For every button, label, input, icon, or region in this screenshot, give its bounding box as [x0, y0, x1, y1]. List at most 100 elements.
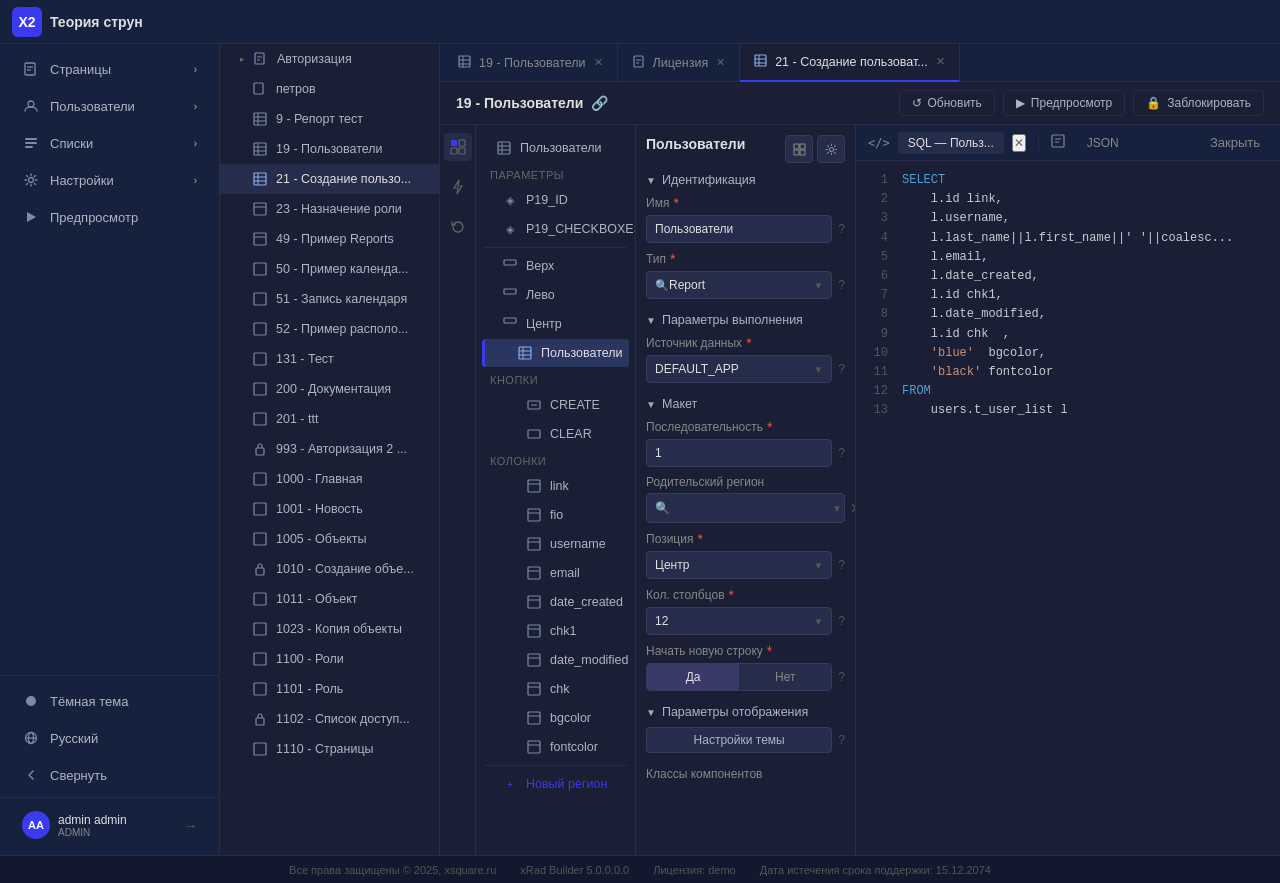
sidebar-item-lists[interactable]: Списки ›	[6, 125, 213, 161]
info-icon[interactable]: ?	[838, 733, 845, 747]
comp-col-link[interactable]: link	[482, 472, 629, 500]
close-sql-button[interactable]: Закрыть	[1202, 131, 1268, 154]
sidebar-item-preview[interactable]: Предпросмотр	[6, 199, 213, 235]
sidebar-item-users[interactable]: Пользователи ›	[6, 88, 213, 124]
tab-close[interactable]: ✕	[594, 56, 603, 69]
comp-centr[interactable]: Центр	[482, 310, 629, 338]
sidebar-item-settings[interactable]: Настройки ›	[6, 162, 213, 198]
comp-col-fio[interactable]: fio	[482, 501, 629, 529]
settings-btn[interactable]	[817, 135, 845, 163]
comp-p19-id[interactable]: ◈ P19_ID	[482, 186, 629, 214]
tree-item-naznachenie[interactable]: 23 - Назначение роли	[220, 194, 439, 224]
sidebar-item-pages[interactable]: Страницы ›	[6, 51, 213, 87]
columns-select[interactable]: 12 ▼	[646, 607, 832, 635]
tab-close[interactable]: ✕	[936, 55, 945, 68]
datasource-select[interactable]: DEFAULT_APP ▼	[646, 355, 832, 383]
tree-item-1010[interactable]: 1010 - Создание объе...	[220, 554, 439, 584]
comp-new-region[interactable]: + Новый регион	[482, 770, 629, 798]
tree-item-1000[interactable]: 1000 - Главная	[220, 464, 439, 494]
logout-icon[interactable]: →	[184, 818, 197, 833]
tree-item-primer-reports[interactable]: 49 - Пример Reports	[220, 224, 439, 254]
parent-region-input[interactable]	[676, 501, 826, 515]
info-icon[interactable]: ?	[838, 558, 845, 572]
info-icon[interactable]: ?	[838, 278, 845, 292]
name-input[interactable]	[646, 215, 832, 243]
tab-sozdanie[interactable]: 21 - Создание пользоват... ✕	[740, 44, 960, 82]
lightning-icon-btn[interactable]	[444, 173, 472, 201]
comp-clear[interactable]: CLEAR	[482, 420, 629, 448]
identification-header[interactable]: ▼ Идентификация	[646, 173, 845, 187]
tree-item-201[interactable]: 201 - ttt	[220, 404, 439, 434]
sql-close-tab-btn[interactable]: ✕	[1012, 134, 1026, 152]
tree-item-52[interactable]: 52 - Пример располо...	[220, 314, 439, 344]
tree-item-1101[interactable]: 1101 - Роль	[220, 674, 439, 704]
sidebar-item-theme[interactable]: Тёмная тема	[6, 683, 213, 719]
tree-item-1011[interactable]: 1011 - Объект	[220, 584, 439, 614]
comp-col-fontcolor[interactable]: fontcolor	[482, 733, 629, 761]
tree-item-131[interactable]: 131 - Тест	[220, 344, 439, 374]
tree-item-1102[interactable]: 1102 - Список доступ...	[220, 704, 439, 734]
info-icon[interactable]: ?	[838, 362, 845, 376]
json-tab-button[interactable]: JSON	[1077, 132, 1129, 154]
info-icon[interactable]: ?	[838, 222, 845, 236]
yes-button[interactable]: Да	[647, 664, 739, 690]
display-header[interactable]: ▼ Параметры отображения	[646, 705, 845, 719]
refresh-icon-btn[interactable]	[444, 213, 472, 241]
sidebar-item-lang[interactable]: Русский	[6, 720, 213, 756]
tree-item-200[interactable]: 200 - Документация	[220, 374, 439, 404]
tab-polzovateli[interactable]: 19 - Пользователи ✕	[444, 44, 618, 82]
block-button[interactable]: 🔒 Заблокировать	[1133, 90, 1264, 116]
parent-region-dropdown[interactable]: ▼	[832, 503, 842, 514]
no-button[interactable]: Нет	[739, 664, 831, 690]
grid-view-btn[interactable]	[785, 135, 813, 163]
preview-button[interactable]: ▶ Предпросмотр	[1003, 90, 1125, 116]
tree-item-1110[interactable]: 1110 - Страницы	[220, 734, 439, 764]
tree-item-report-test[interactable]: 9 - Репорт тест	[220, 104, 439, 134]
comp-col-chk[interactable]: chk	[482, 675, 629, 703]
parent-region-clear[interactable]: ✕	[848, 498, 856, 518]
theme-settings-button[interactable]: Настройки темы	[646, 727, 832, 753]
comp-col-email[interactable]: email	[482, 559, 629, 587]
info-icon[interactable]: ?	[838, 670, 845, 684]
execution-header[interactable]: ▼ Параметры выполнения	[646, 313, 845, 327]
layout-header[interactable]: ▼ Макет	[646, 397, 845, 411]
comp-p19-checkboxes[interactable]: ◈ P19_CHECKBOXES	[482, 215, 629, 243]
sequence-input[interactable]	[646, 439, 832, 467]
components-icon-btn[interactable]	[444, 133, 472, 161]
tree-item-sozdanie[interactable]: 21 - Создание пользо...	[220, 164, 439, 194]
tree-item-993[interactable]: 993 - Авторизация 2 ...	[220, 434, 439, 464]
tab-licenziya[interactable]: Лицензия ✕	[618, 44, 741, 82]
comp-levo[interactable]: Лево	[482, 281, 629, 309]
comp-col-username[interactable]: username	[482, 530, 629, 558]
comp-col-chk1[interactable]: chk1	[482, 617, 629, 645]
comp-col-bgcolor[interactable]: bgcolor	[482, 704, 629, 732]
tree-item-1005[interactable]: 1005 - Объекты	[220, 524, 439, 554]
component-classes-header[interactable]: Классы компонентов	[646, 767, 845, 781]
comp-verkh[interactable]: Верх	[482, 252, 629, 280]
tree-item-1023[interactable]: 1023 - Копия объекты	[220, 614, 439, 644]
type-select[interactable]: 🔍 Report ▼	[646, 271, 832, 299]
tree-item-polzovateli[interactable]: 19 - Пользователи	[220, 134, 439, 164]
tree-item-50[interactable]: 50 - Пример календа...	[220, 254, 439, 284]
tree-item-petrov[interactable]: петров	[220, 74, 439, 104]
tree-item-avtorizaciya[interactable]: ▸ Авторизация	[220, 44, 439, 74]
info-icon[interactable]: ?	[838, 614, 845, 628]
comp-create[interactable]: CREATE	[482, 391, 629, 419]
sidebar-item-collapse[interactable]: Свернуть	[6, 757, 213, 793]
comp-col-date-modified[interactable]: date_modified	[482, 646, 629, 674]
user-profile[interactable]: AA admin admin ADMIN →	[6, 802, 213, 848]
refresh-button[interactable]: ↺ Обновить	[899, 90, 995, 116]
comp-col-date-created[interactable]: date_created	[482, 588, 629, 616]
info-icon[interactable]: ?	[838, 446, 845, 460]
sql-tab[interactable]: SQL — Польз...	[898, 132, 1004, 154]
tree-item-51[interactable]: 51 - Запись календаря	[220, 284, 439, 314]
tree-item-1001[interactable]: 1001 - Новость	[220, 494, 439, 524]
comp-polzovateli-main[interactable]: Пользователи	[482, 134, 629, 162]
button-icon	[526, 397, 542, 413]
link-icon[interactable]: 🔗	[591, 95, 608, 111]
tree-item-1100[interactable]: 1100 - Роли	[220, 644, 439, 674]
position-select[interactable]: Центр ▼	[646, 551, 832, 579]
comp-polzovateli[interactable]: Пользователи	[482, 339, 629, 367]
users-icon	[22, 97, 40, 115]
tab-close[interactable]: ✕	[716, 56, 725, 69]
